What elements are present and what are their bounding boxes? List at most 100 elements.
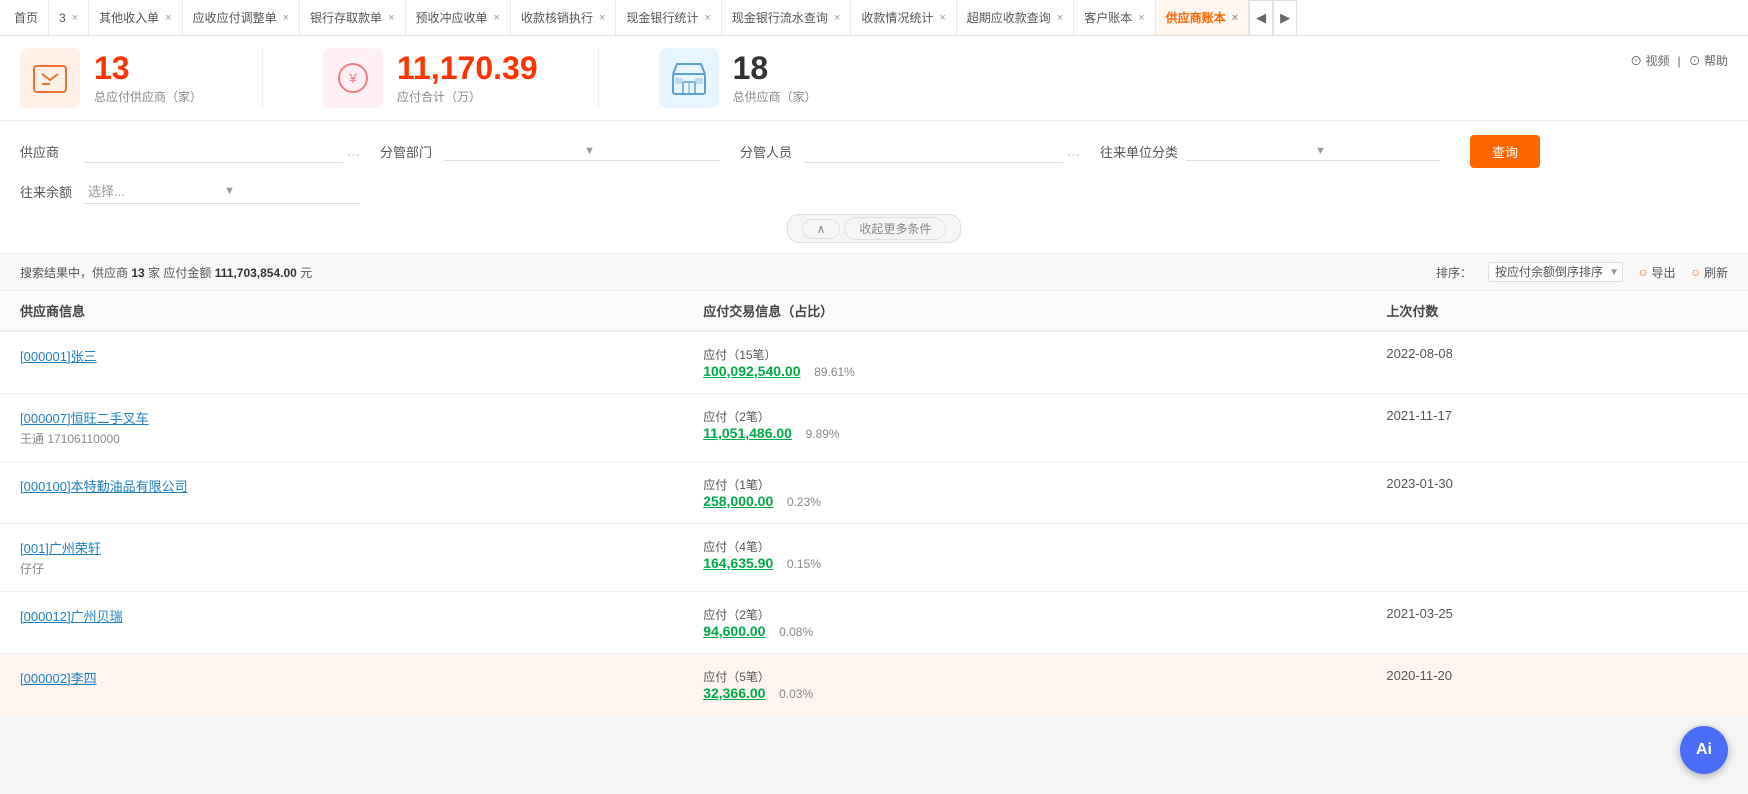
collapse-btn-row: ∧ 收起更多条件	[20, 214, 1728, 243]
tx-amount-1[interactable]: 11,051,486.00	[703, 425, 792, 441]
balance-select[interactable]: 选择... ▼	[84, 178, 360, 204]
sort-select[interactable]: 按应付余额倒序排序	[1488, 262, 1623, 282]
result-bar: 搜索结果中，供应商 13 家 应付金额 111,703,854.00 元 排序：…	[0, 254, 1748, 291]
tx-amount-5[interactable]: 32,366.00	[703, 685, 765, 701]
supplier-link-3[interactable]: [001]广州荣轩	[20, 541, 101, 556]
nav-tab-collection-stats[interactable]: 收款情况统计 ×	[851, 0, 956, 36]
supplier-cell-2: [000100]本特勤油品有限公司	[20, 476, 703, 495]
balance-value: 选择...	[88, 181, 220, 200]
nav-tab-overdue[interactable]: 超期应收款查询 ×	[957, 0, 1074, 36]
category-chevron-icon: ▼	[1315, 145, 1436, 157]
export-button[interactable]: ○ 导出	[1639, 264, 1675, 281]
close-tab-supplier-account[interactable]: ×	[1232, 12, 1238, 24]
close-tab-collection-stats[interactable]: ×	[939, 12, 945, 24]
supplier-label: 供应商	[20, 142, 76, 161]
refresh-button[interactable]: ○ 刷新	[1692, 264, 1728, 281]
ai-button[interactable]: Ai	[1680, 726, 1728, 774]
supplier-dots-icon[interactable]: ...	[347, 143, 360, 161]
tx-pct-5: 0.03%	[779, 687, 813, 701]
tx-pct-1: 9.89%	[806, 427, 840, 441]
supplier-link-2[interactable]: [000100]本特勤油品有限公司	[20, 479, 188, 494]
nav-tab-cash-flow[interactable]: 现金银行流水查询 ×	[722, 0, 851, 36]
dept-select[interactable]: ▼	[444, 142, 720, 161]
close-tab-adjust[interactable]: ×	[283, 12, 289, 24]
close-tab-prepay[interactable]: ×	[494, 12, 500, 24]
close-tab-cash-flow[interactable]: ×	[834, 12, 840, 24]
close-tab-cash-stats[interactable]: ×	[704, 12, 710, 24]
close-tab-overdue[interactable]: ×	[1057, 12, 1063, 24]
stat-icon-store	[659, 48, 719, 108]
tx-amount-0[interactable]: 100,092,540.00	[703, 363, 800, 379]
tx-pct-4: 0.08%	[779, 625, 813, 639]
nav-tab-cash-stats[interactable]: 现金银行统计 ×	[616, 0, 721, 36]
video-icon: ⊙	[1630, 54, 1642, 68]
lastpay-cell-2: 2023-01-30	[1386, 476, 1728, 491]
close-tab-3[interactable]: ×	[72, 12, 78, 24]
stat-total-info: 11,170.39 应付合计（万）	[397, 51, 538, 105]
category-label: 往来单位分类	[1100, 142, 1178, 161]
tx-amount-3[interactable]: 164,635.90	[703, 555, 773, 571]
separator: |	[1678, 54, 1681, 68]
supplier-link-4[interactable]: [000012]广州贝瑞	[20, 609, 123, 624]
filter-dept: 分管部门 ▼	[380, 142, 720, 161]
supplier-input[interactable]	[84, 141, 343, 163]
table-row: [000100]本特勤油品有限公司 应付（1笔） 258,000.00 0.23…	[0, 462, 1748, 524]
supplier-link-5[interactable]: [000002]李四	[20, 671, 97, 686]
tx-label-1: 应付（2笔）	[703, 408, 1386, 425]
nav-tab-3[interactable]: 3 ×	[49, 0, 89, 36]
nav-prev-arrow[interactable]: ◀	[1249, 0, 1273, 36]
nav-tab-adjust[interactable]: 应收应付调整单 ×	[183, 0, 300, 36]
balance-label: 往来余额	[20, 182, 76, 201]
nav-tab-home[interactable]: 首页	[4, 0, 49, 36]
category-select[interactable]: ▼	[1186, 142, 1440, 161]
supplier-link-1[interactable]: [000007]恒旺二手叉车	[20, 411, 149, 426]
nav-tab-bank-deposit[interactable]: 银行存取款单 ×	[300, 0, 405, 36]
table-header: 供应商信息 应付交易信息（占比） 上次付数	[0, 291, 1748, 332]
tx-pct-2: 0.23%	[787, 495, 821, 509]
nav-tab-other-income[interactable]: 其他收入单 ×	[89, 0, 182, 36]
lastpay-cell-0: 2022-08-08	[1386, 346, 1728, 361]
close-tab-collection[interactable]: ×	[599, 12, 605, 24]
person-input[interactable]	[804, 141, 1063, 163]
dept-label: 分管部门	[380, 142, 436, 161]
top-navigation: 首页 3 × 其他收入单 × 应收应付调整单 × 银行存取款单 × 预收冲应收单…	[0, 0, 1748, 36]
main-table: 供应商信息 应付交易信息（占比） 上次付数 [000001]张三 应付（15笔）…	[0, 291, 1748, 715]
stat-total-number: 11,170.39	[397, 51, 538, 86]
table-row: [000002]李四 应付（5笔） 32,366.00 0.03% 2020-1…	[0, 654, 1748, 715]
tx-amount-2[interactable]: 258,000.00	[703, 493, 773, 509]
nav-next-arrow[interactable]: ▶	[1273, 0, 1297, 36]
filter-person: 分管人员 ...	[740, 141, 1080, 163]
tx-label-0: 应付（15笔）	[703, 346, 1386, 363]
supplier-link-0[interactable]: [000001]张三	[20, 349, 97, 364]
tx-cell-0: 应付（15笔） 100,092,540.00 89.61%	[703, 346, 1386, 379]
stat-payable-label: 总应付供应商（家）	[94, 88, 202, 105]
filter-category: 往来单位分类 ▼	[1100, 142, 1440, 161]
filter-row-1: 供应商 ... 分管部门 ▼ 分管人员 ... 往来单位分类 ▼ 查询	[20, 135, 1728, 168]
filter-row-2: 往来余额 选择... ▼	[20, 178, 1728, 204]
person-dots-icon[interactable]: ...	[1067, 143, 1080, 161]
video-link[interactable]: ⊙ 视频	[1630, 52, 1669, 69]
filter-supplier: 供应商 ...	[20, 141, 360, 163]
table-row: [000001]张三 应付（15笔） 100,092,540.00 89.61%…	[0, 332, 1748, 394]
close-tab-other-income[interactable]: ×	[165, 12, 171, 24]
lastpay-cell-1: 2021-11-17	[1386, 408, 1728, 423]
stat-total-payable: ¥ 11,170.39 应付合计（万）	[323, 48, 538, 108]
close-tab-customer-account[interactable]: ×	[1138, 12, 1144, 24]
result-info: 搜索结果中，供应商 13 家 应付金额 111,703,854.00 元	[20, 264, 312, 281]
lastpay-cell-4: 2021-03-25	[1386, 606, 1728, 621]
stat-divider-2	[598, 48, 599, 108]
collapse-button[interactable]: ∧ 收起更多条件	[787, 214, 962, 243]
nav-tab-supplier-account[interactable]: 供应商账本 ×	[1156, 0, 1249, 36]
help-link[interactable]: ⊙ 帮助	[1689, 52, 1728, 69]
nav-tab-customer-account[interactable]: 客户账本 ×	[1074, 0, 1155, 36]
tx-label-5: 应付（5笔）	[703, 668, 1386, 685]
nav-tab-collection[interactable]: 收款核销执行 ×	[511, 0, 616, 36]
collapse-chevron-icon: ∧	[802, 219, 841, 239]
query-button[interactable]: 查询	[1470, 135, 1540, 168]
nav-tab-prepay[interactable]: 预收冲应收单 ×	[406, 0, 511, 36]
balance-chevron-icon: ▼	[224, 185, 356, 197]
tx-amount-4[interactable]: 94,600.00	[703, 623, 765, 639]
stats-bar: 13 总应付供应商（家） ¥ 11,170.39 应付合计（万）	[0, 36, 1748, 121]
result-amount: 111,703,854.00	[215, 266, 297, 280]
close-tab-bank-deposit[interactable]: ×	[388, 12, 394, 24]
